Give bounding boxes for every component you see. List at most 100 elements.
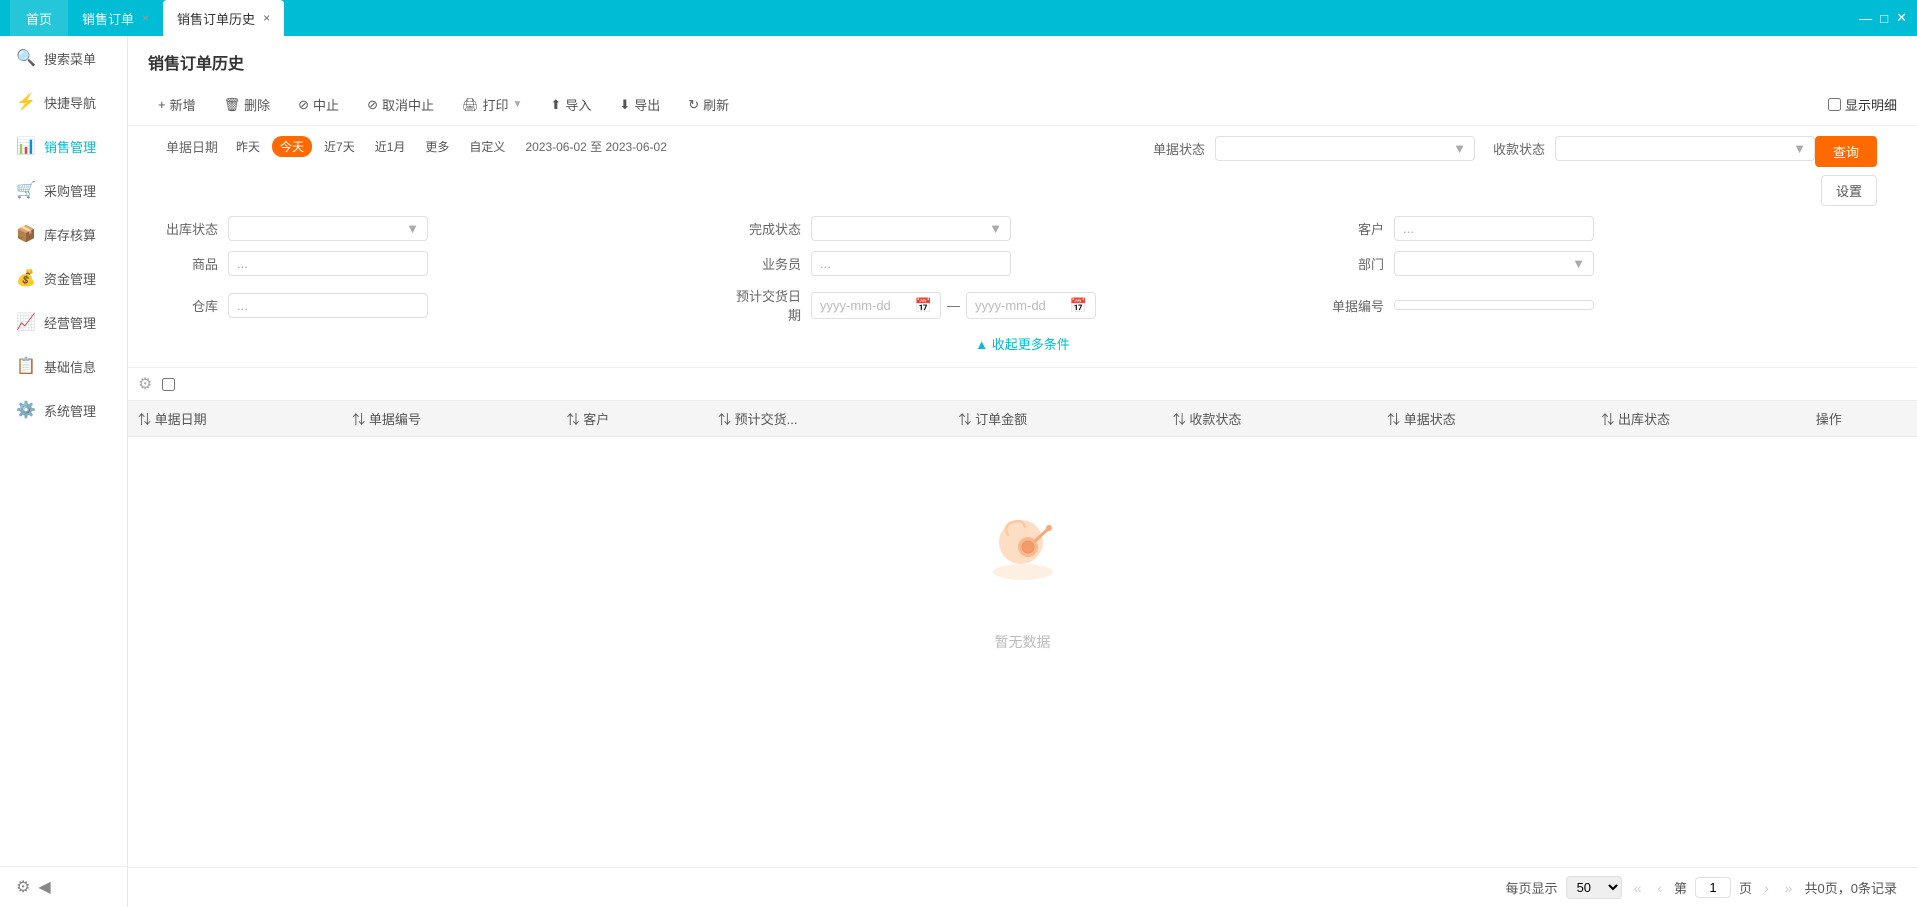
delete-button[interactable]: 🗑 删除 (214, 90, 281, 119)
sidebar-item-search[interactable]: 🔍 搜索菜单 (0, 36, 127, 80)
stop-icon: ⊘ (298, 97, 309, 113)
expected-date-from[interactable]: yyyy-mm-dd 📅 (811, 292, 941, 319)
salesperson-label: 业务员 (731, 254, 811, 273)
col-bill-no-sort[interactable]: ⇅ (352, 412, 369, 427)
customer-input[interactable]: ... (1394, 216, 1594, 241)
refresh-button[interactable]: ↻ 刷新 (678, 90, 739, 119)
print-button[interactable]: 🖨 打印 ▼ (452, 90, 532, 119)
bill-status-select[interactable]: ▼ (1215, 136, 1475, 161)
date-pill-yesterday[interactable]: 昨天 (228, 136, 268, 157)
table-settings-icon[interactable]: ⚙ (138, 374, 152, 394)
import-button[interactable]: ⬆ 导入 (540, 90, 601, 119)
out-status-select[interactable]: ▼ (228, 216, 428, 241)
complete-status-select[interactable]: ▼ (811, 216, 1011, 241)
col-actions: 操作 (1806, 401, 1917, 437)
sidebar-item-sales-label: 销售管理 (44, 137, 96, 156)
date-pill-1month[interactable]: 近1月 (367, 136, 414, 157)
show-detail-checkbox[interactable] (1828, 98, 1841, 111)
print-dropdown-icon[interactable]: ▼ (513, 99, 523, 110)
date-pill-today[interactable]: 今天 (272, 136, 312, 157)
import-label: 导入 (565, 95, 591, 114)
expected-date-label: 预计交货日期 (731, 286, 811, 324)
goods-input[interactable]: ... (228, 251, 428, 276)
date-pills: 昨天 今天 近7天 近1月 更多 自定义 (228, 136, 513, 157)
sidebar-item-operations-label: 经营管理 (44, 313, 96, 332)
sidebar-item-inventory[interactable]: 📦 库存核算 (0, 212, 127, 256)
customer-ellipsis[interactable]: ... (1403, 221, 1414, 236)
calendar-from-icon[interactable]: 📅 (915, 297, 932, 314)
goods-label: 商品 (148, 254, 228, 273)
sidebar-item-finance[interactable]: 💰 资金管理 (0, 256, 127, 300)
main-layout: 🔍 搜索菜单 ⚡ 快捷导航 📊 销售管理 🛒 采购管理 📦 库存核算 💰 资金管… (0, 36, 1917, 907)
data-table: ⇅ 单据日期 ⇅ 单据编号 ⇅ 客户 ⇅ 预计交货... ⇅ 订单金额 (128, 401, 1917, 437)
toolbar: + 新增 🗑 删除 ⊘ 中止 ⊘ 取消中止 🖨 打印 ▼ ⬆ 导 (128, 84, 1917, 126)
col-date: ⇅ 单据日期 (128, 401, 342, 437)
expected-date-to[interactable]: yyyy-mm-dd 📅 (966, 292, 1096, 319)
col-amount-sort[interactable]: ⇅ (959, 412, 976, 427)
date-pill-7days[interactable]: 近7天 (316, 136, 363, 157)
col-payment-sort[interactable]: ⇅ (1173, 412, 1190, 427)
department-select[interactable]: ▼ (1394, 251, 1594, 276)
close-app-icon[interactable]: ✕ (1896, 10, 1907, 26)
print-label: 打印 (483, 95, 509, 114)
date-pill-custom[interactable]: 自定义 (461, 136, 513, 157)
add-label: 新增 (170, 95, 196, 114)
warehouse-ellipsis[interactable]: ... (237, 298, 248, 313)
col-expected-sort[interactable]: ⇅ (718, 412, 735, 427)
stop-label: 中止 (313, 95, 339, 114)
page-input[interactable] (1695, 877, 1731, 898)
sidebar-item-basic-info[interactable]: 📋 基础信息 (0, 344, 127, 388)
col-bill-status-sort[interactable]: ⇅ (1387, 412, 1404, 427)
sidebar-collapse-icon[interactable]: ◀ (38, 877, 50, 897)
sidebar-settings-icon[interactable]: ⚙ (16, 877, 30, 897)
export-button[interactable]: ⬇ 导出 (609, 90, 670, 119)
add-icon: + (158, 97, 166, 112)
tab-sales-order-history[interactable]: 销售订单历史 × (163, 0, 284, 36)
sidebar-item-purchase[interactable]: 🛒 采购管理 (0, 168, 127, 212)
sidebar-bottom: ⚙ ◀ (0, 866, 127, 907)
salesperson-input[interactable]: ... (811, 251, 1011, 276)
first-page-button[interactable]: « (1630, 878, 1646, 898)
next-page-button[interactable]: › (1760, 878, 1773, 898)
payment-status-select[interactable]: ▼ (1555, 136, 1815, 161)
add-button[interactable]: + 新增 (148, 90, 206, 119)
goods-ellipsis[interactable]: ... (237, 256, 248, 271)
export-label: 导出 (634, 95, 660, 114)
tab-list: 首页 销售订单 × 销售订单历史 × (10, 0, 284, 36)
query-button[interactable]: 查询 (1815, 136, 1877, 167)
select-all-checkbox[interactable] (162, 378, 175, 391)
sidebar-item-sales[interactable]: 📊 销售管理 (0, 124, 127, 168)
sidebar-item-operations[interactable]: 📈 经营管理 (0, 300, 127, 344)
top-bar-right: — □ ✕ (1859, 10, 1907, 26)
sidebar-item-system[interactable]: ⚙️ 系统管理 (0, 388, 127, 432)
col-customer-sort[interactable]: ⇅ (567, 412, 584, 427)
collapse-filter-btn[interactable]: ▲ 收起更多条件 (148, 330, 1897, 357)
basic-info-icon: 📋 (16, 356, 36, 376)
per-page-label: 每页显示 (1506, 878, 1558, 897)
warehouse-input[interactable]: ... (228, 293, 428, 318)
tab-sales-order[interactable]: 销售订单 × (68, 0, 163, 36)
sidebar-item-search-label: 搜索菜单 (44, 49, 96, 68)
sidebar-item-quick-nav[interactable]: ⚡ 快捷导航 (0, 80, 127, 124)
prev-page-button[interactable]: ‹ (1653, 878, 1666, 898)
tab-sales-order-close[interactable]: × (142, 11, 149, 25)
stop-button[interactable]: ⊘ 中止 (288, 90, 349, 119)
bill-no-input[interactable] (1394, 300, 1594, 310)
calendar-to-icon[interactable]: 📅 (1070, 297, 1087, 314)
maximize-icon[interactable]: □ (1880, 11, 1888, 26)
print-icon: 🖨 (462, 97, 479, 113)
date-filter-value: 昨天 今天 近7天 近1月 更多 自定义 2023-06-02 至 2023-0… (228, 136, 1135, 157)
quick-nav-icon: ⚡ (16, 92, 36, 112)
tab-home[interactable]: 首页 (10, 0, 68, 36)
date-pill-more[interactable]: 更多 (417, 136, 457, 157)
tab-sales-order-history-close[interactable]: × (263, 11, 270, 25)
salesperson-ellipsis[interactable]: ... (820, 256, 831, 271)
last-page-button[interactable]: » (1781, 878, 1797, 898)
per-page-select[interactable]: 50 10 20 100 (1566, 876, 1622, 899)
col-out-sort[interactable]: ⇅ (1601, 412, 1618, 427)
bill-no-label: 单据编号 (1314, 296, 1394, 315)
close-window-icon[interactable]: — (1859, 11, 1872, 26)
settings-button[interactable]: 设置 (1821, 175, 1877, 206)
cancel-stop-button[interactable]: ⊘ 取消中止 (357, 90, 444, 119)
refresh-label: 刷新 (703, 95, 729, 114)
